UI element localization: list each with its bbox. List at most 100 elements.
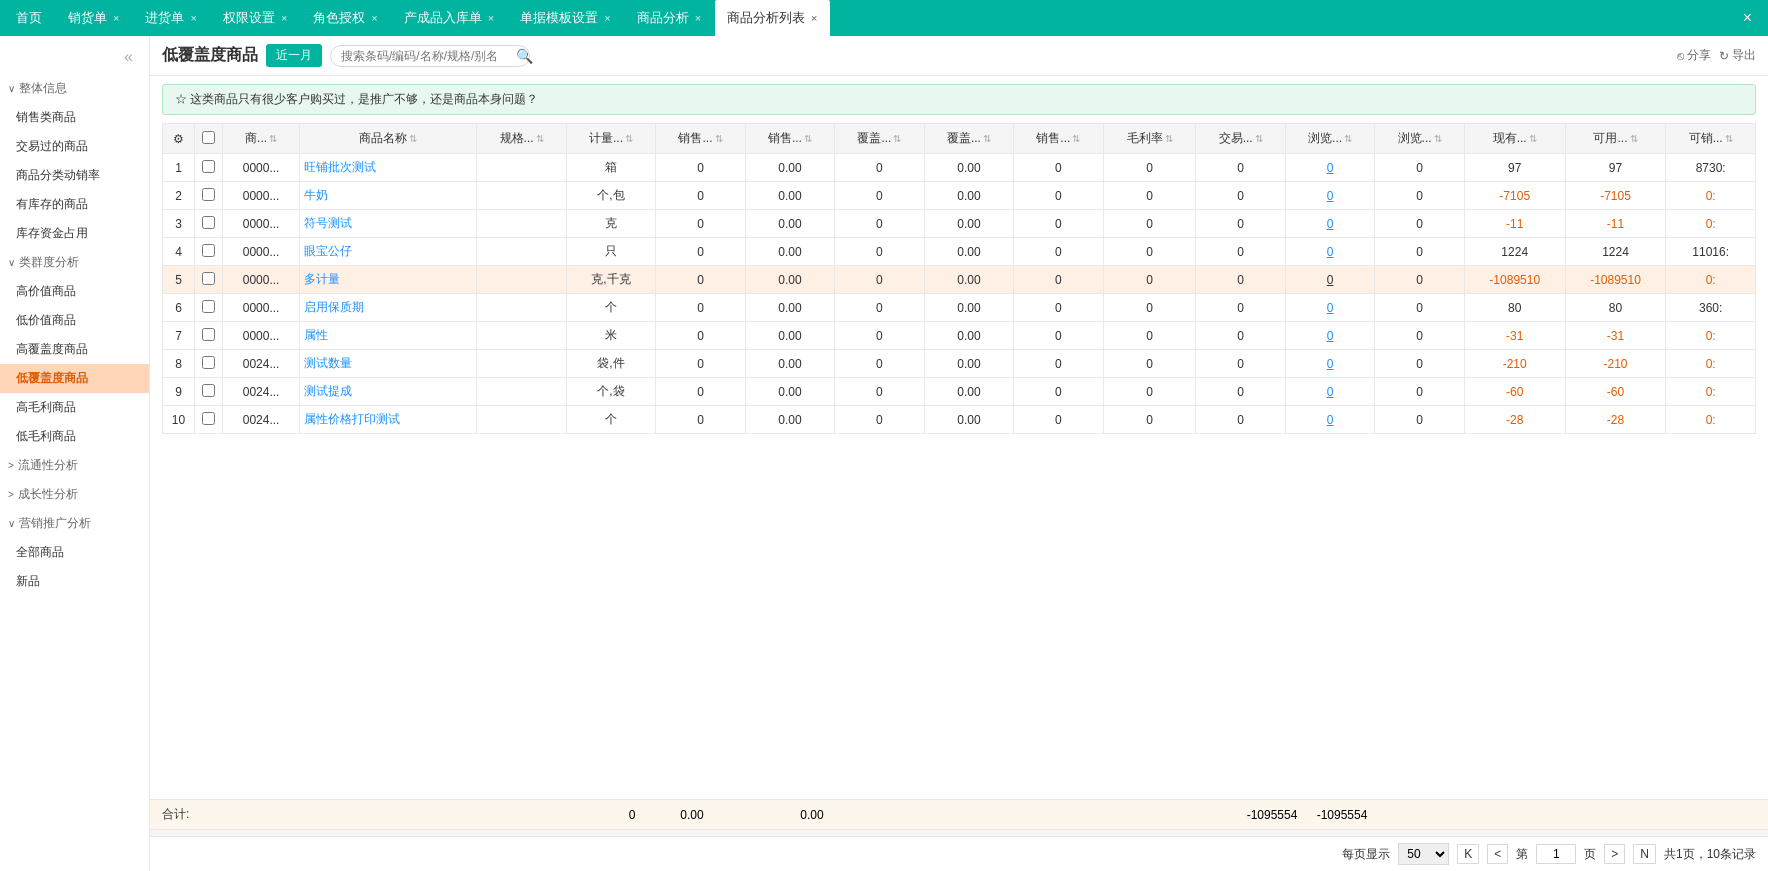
row-name[interactable]: 旺铺批次测试 [300, 154, 477, 182]
row-browse1[interactable]: 0 [1285, 378, 1374, 406]
sidebar-section-marketing[interactable]: ∨ 营销推广分析 [0, 509, 149, 538]
row-available: -210 [1565, 350, 1666, 378]
row-name[interactable]: 多计量 [300, 266, 477, 294]
nav-sales-close[interactable]: × [113, 0, 119, 36]
th-browse2[interactable]: 浏览...⇅ [1375, 124, 1464, 154]
row-checkbox[interactable] [195, 154, 223, 182]
row-name[interactable]: 测试数量 [300, 350, 477, 378]
th-browse1[interactable]: 浏览...⇅ [1285, 124, 1374, 154]
th-sales-amt[interactable]: 销售...⇅ [745, 124, 834, 154]
nav-permissions[interactable]: 权限设置 × [211, 0, 299, 36]
nav-finished-goods-close[interactable]: × [488, 0, 494, 36]
nav-home[interactable]: 首页 [4, 0, 54, 36]
sidebar-section-growth[interactable]: > 成长性分析 [0, 480, 149, 509]
sidebar-collapse-btn[interactable]: « [116, 44, 141, 70]
nav-analysis-list[interactable]: 商品分析列表 × [715, 0, 829, 36]
row-browse1[interactable]: 0 [1285, 322, 1374, 350]
nav-permissions-close[interactable]: × [281, 0, 287, 36]
sidebar-item-stock-goods[interactable]: 有库存的商品 [0, 190, 149, 219]
sidebar-item-stock-capital[interactable]: 库存资金占用 [0, 219, 149, 248]
row-checkbox[interactable] [195, 350, 223, 378]
row-checkbox[interactable] [195, 294, 223, 322]
th-trade[interactable]: 交易...⇅ [1196, 124, 1285, 154]
th-settings[interactable]: ⚙ [163, 124, 195, 154]
sidebar-item-high-coverage[interactable]: 高覆盖度商品 [0, 335, 149, 364]
nav-analysis-close[interactable]: × [695, 0, 701, 36]
row-name[interactable]: 牛奶 [300, 182, 477, 210]
row-browse1[interactable]: 0 [1285, 182, 1374, 210]
date-filter-button[interactable]: 近一月 [266, 44, 322, 67]
row-checkbox[interactable] [195, 322, 223, 350]
row-name[interactable]: 启用保质期 [300, 294, 477, 322]
th-spec[interactable]: 规格...⇅ [477, 124, 566, 154]
row-browse1[interactable]: 0 [1285, 406, 1374, 434]
row-name[interactable]: 属性价格打印测试 [300, 406, 477, 434]
row-browse2: 0 [1375, 294, 1464, 322]
sidebar-section-liquidity[interactable]: > 流通性分析 [0, 451, 149, 480]
last-page-button[interactable]: N [1633, 844, 1656, 864]
first-page-button[interactable]: K [1457, 844, 1479, 864]
row-browse1[interactable]: 0 [1285, 238, 1374, 266]
row-name[interactable]: 符号测试 [300, 210, 477, 238]
th-sales-qty[interactable]: 销售...⇅ [656, 124, 745, 154]
nav-product-analysis[interactable]: 商品分析 × [625, 0, 713, 36]
row-unit: 个,包 [566, 182, 655, 210]
row-checkbox[interactable] [195, 406, 223, 434]
th-cover1[interactable]: 覆盖...⇅ [835, 124, 924, 154]
sidebar-item-traded-goods[interactable]: 交易过的商品 [0, 132, 149, 161]
sidebar-item-low-margin[interactable]: 低毛利商品 [0, 422, 149, 451]
nav-roles[interactable]: 角色授权 × [301, 0, 389, 36]
row-browse1[interactable]: 0 [1285, 154, 1374, 182]
nav-purchase[interactable]: 进货单 × [133, 0, 208, 36]
row-name[interactable]: 属性 [300, 322, 477, 350]
nav-close-all[interactable]: × [1731, 9, 1764, 27]
sidebar-item-sales-goods[interactable]: 销售类商品 [0, 103, 149, 132]
nav-sales[interactable]: 销货单 × [56, 0, 131, 36]
th-unit[interactable]: 计量...⇅ [566, 124, 655, 154]
row-browse1[interactable]: 0 [1285, 350, 1374, 378]
th-code[interactable]: 商...⇅ [223, 124, 300, 154]
th-gross[interactable]: 毛利率⇅ [1103, 124, 1196, 154]
share-button[interactable]: ⎋ 分享 [1677, 47, 1711, 64]
th-checkbox[interactable] [195, 124, 223, 154]
th-available[interactable]: 可用...⇅ [1565, 124, 1666, 154]
row-checkbox[interactable] [195, 266, 223, 294]
row-checkbox[interactable] [195, 210, 223, 238]
nav-finished-goods[interactable]: 产成品入库单 × [392, 0, 506, 36]
row-browse1[interactable]: 0 [1285, 210, 1374, 238]
th-cover2[interactable]: 覆盖...⇅ [924, 124, 1013, 154]
sidebar-section-cluster[interactable]: ∨ 类群度分析 [0, 248, 149, 277]
th-current[interactable]: 现有...⇅ [1464, 124, 1565, 154]
sidebar-item-new-goods[interactable]: 新品 [0, 567, 149, 596]
nav-template-close[interactable]: × [604, 0, 610, 36]
search-icon[interactable]: 🔍 [516, 48, 533, 64]
sidebar-section-overall[interactable]: ∨ 整体信息 [0, 74, 149, 103]
sidebar-item-category-rate[interactable]: 商品分类动销率 [0, 161, 149, 190]
row-browse1[interactable]: 0 [1285, 266, 1374, 294]
sidebar-item-low-coverage[interactable]: 低覆盖度商品 [0, 364, 149, 393]
export-button[interactable]: ↻ 导出 [1719, 47, 1756, 64]
per-page-select[interactable]: 501020100 [1398, 843, 1449, 865]
th-name[interactable]: 商品名称⇅ [300, 124, 477, 154]
sidebar-item-high-margin[interactable]: 高毛利商品 [0, 393, 149, 422]
sidebar-item-high-value[interactable]: 高价值商品 [0, 277, 149, 306]
row-checkbox[interactable] [195, 182, 223, 210]
row-name[interactable]: 眼宝公仔 [300, 238, 477, 266]
row-checkbox[interactable] [195, 238, 223, 266]
next-page-button[interactable]: > [1604, 844, 1625, 864]
th-sales3[interactable]: 销售...⇅ [1014, 124, 1103, 154]
sidebar-item-all-goods[interactable]: 全部商品 [0, 538, 149, 567]
row-browse1[interactable]: 0 [1285, 294, 1374, 322]
row-name[interactable]: 测试提成 [300, 378, 477, 406]
page-number-input[interactable] [1536, 844, 1576, 864]
prev-page-button[interactable]: < [1487, 844, 1508, 864]
th-sellable[interactable]: 可销...⇅ [1666, 124, 1756, 154]
select-all-checkbox[interactable] [202, 131, 215, 144]
sidebar-item-low-value[interactable]: 低价值商品 [0, 306, 149, 335]
nav-roles-close[interactable]: × [371, 0, 377, 36]
nav-analysis-list-close[interactable]: × [811, 0, 817, 36]
nav-purchase-close[interactable]: × [190, 0, 196, 36]
row-checkbox[interactable] [195, 378, 223, 406]
nav-template-settings[interactable]: 单据模板设置 × [508, 0, 622, 36]
search-input[interactable] [330, 45, 530, 67]
